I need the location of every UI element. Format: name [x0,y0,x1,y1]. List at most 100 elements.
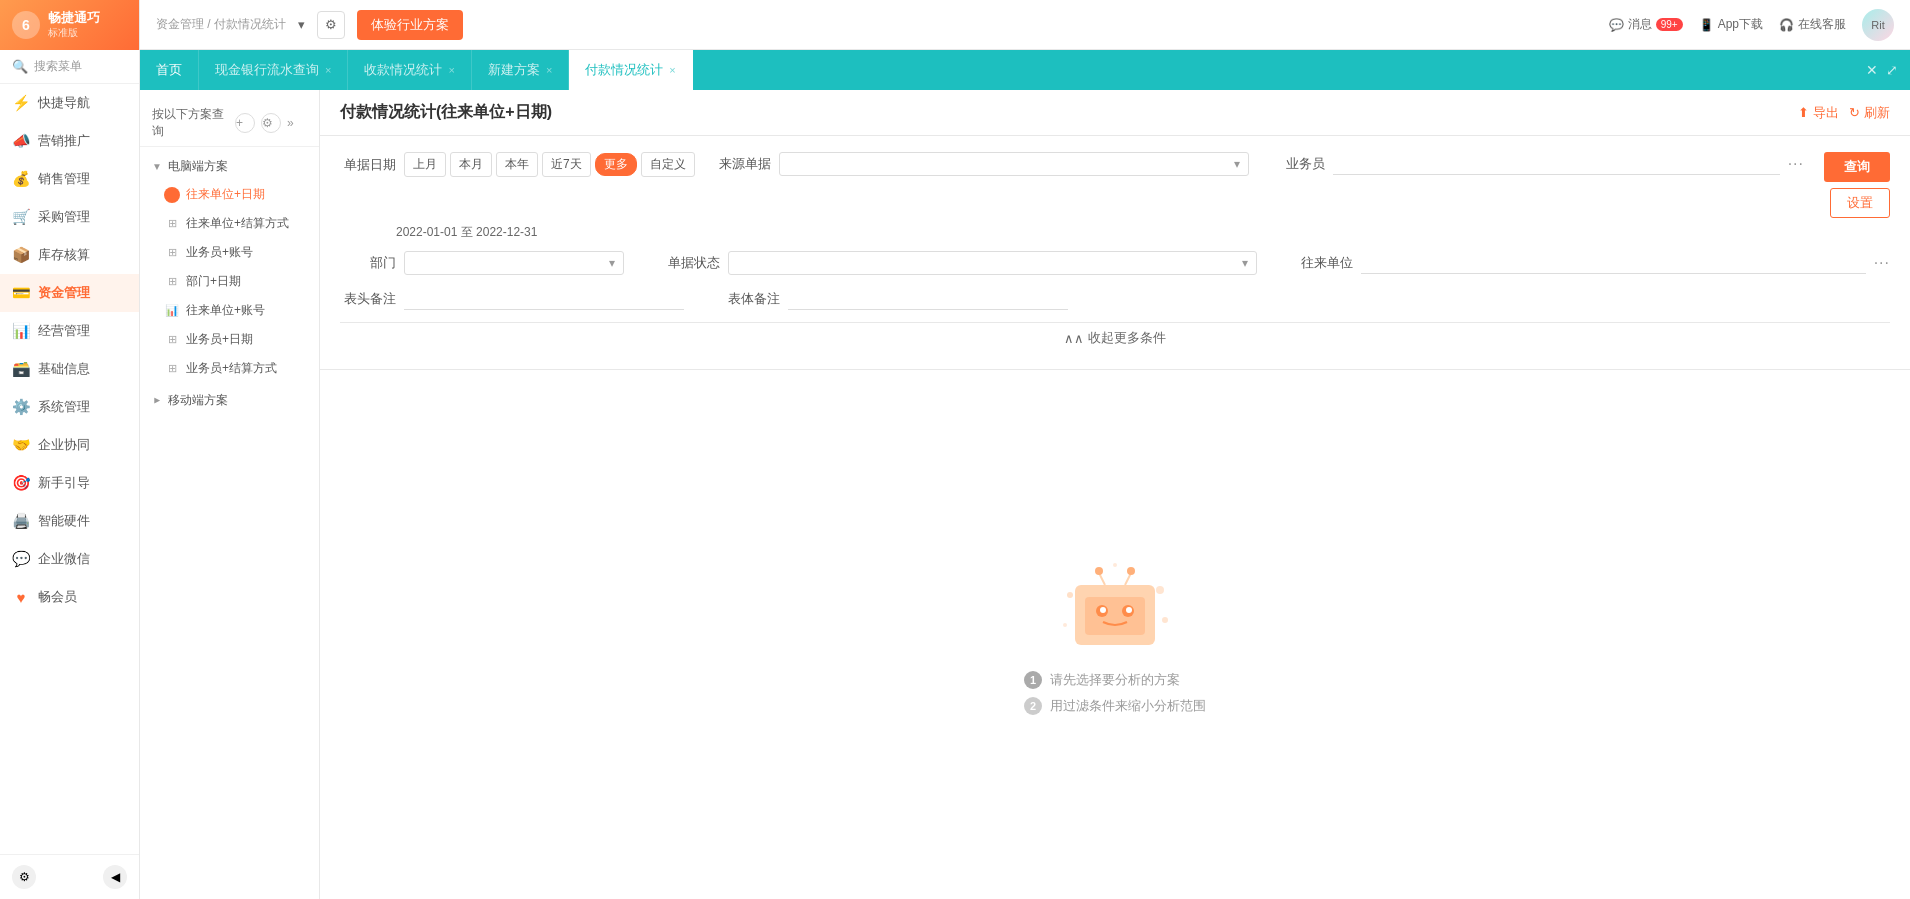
date-btn-7days[interactable]: 近7天 [542,152,591,177]
sidebar-item-purchase[interactable]: 🛒 采购管理 [0,198,139,236]
scheme-item-dept-date[interactable]: ⊞ 部门+日期 [140,267,319,296]
mobile-group-toggle[interactable]: ▼ 移动端方案 [140,387,319,414]
sidebar-item-management[interactable]: 📊 经营管理 [0,312,139,350]
scheme-add-btn[interactable]: + [235,113,255,133]
tabbar: 首页 现金银行流水查询 × 收款情况统计 × 新建方案 × 付款情况统计 × ✕… [140,50,1910,90]
tab-home[interactable]: 首页 [140,50,199,90]
unit-input[interactable] [1361,251,1866,274]
online-service-btn[interactable]: 🎧 在线客服 [1779,16,1846,33]
scheme-item-staff-settle[interactable]: ⊞ 业务员+结算方式 [140,354,319,383]
desktop-group-toggle[interactable]: ▼ 电脑端方案 [140,153,319,180]
remark-body-label: 表体备注 [724,290,780,308]
svg-point-12 [1063,623,1067,627]
settings-btn[interactable]: 设置 [1830,188,1890,218]
sidebar-item-inventory[interactable]: 📦 库存核算 [0,236,139,274]
date-btn-more[interactable]: 更多 [595,153,637,176]
sidebar-item-wechat[interactable]: 💬 企业微信 [0,540,139,578]
date-btn-this-year[interactable]: 本年 [496,152,538,177]
sidebar-item-basic[interactable]: 🗃️ 基础信息 [0,350,139,388]
filter-row-3: 表头备注 表体备注 [340,287,1890,310]
scheme-collapse-btn[interactable]: » [287,113,307,133]
sidebar-search[interactable]: 🔍 搜索菜单 [0,50,139,84]
sidebar-item-capital[interactable]: 💳 资金管理 [0,274,139,312]
hint1-text: 请先选择要分析的方案 [1050,671,1180,689]
main-panel: 付款情况统计(往来单位+日期) ⬆ 导出 ↻ 刷新 单 [320,90,1910,899]
content-area: 按以下方案查询 + ⚙ » ▼ 电脑端方案 往来单位+日期 [140,90,1910,899]
trial-btn[interactable]: 体验行业方案 [357,10,463,40]
app-download-btn[interactable]: 📱 App下载 [1699,16,1763,33]
sidebar-item-enterprise[interactable]: 🤝 企业协同 [0,426,139,464]
export-btn[interactable]: ⬆ 导出 [1798,104,1839,122]
staff-more-btn[interactable]: ··· [1788,155,1804,173]
empty-hint-2: 2 用过滤条件来缩小分析范围 [1024,697,1206,715]
svg-rect-1 [1085,597,1145,635]
svg-point-4 [1100,607,1106,613]
sidebar: 6 畅捷通巧 标准版 🔍 搜索菜单 ⚡ 快捷导航 📣 营销推广 💰 销售管理 🛒… [0,0,140,899]
date-range-display: 2022-01-01 至 2022-12-31 [396,225,537,239]
filter-query-actions: 查询 设置 [1824,152,1890,218]
tab-new-scheme-close[interactable]: × [546,64,552,76]
date-btn-last-month[interactable]: 上月 [404,152,446,177]
sidebar-item-label: 快捷导航 [38,94,90,112]
tab-expand-icon[interactable]: ⤢ [1886,62,1898,78]
refresh-btn[interactable]: ↻ 刷新 [1849,104,1890,122]
staff-input[interactable] [1333,152,1779,175]
unit-more-btn[interactable]: ··· [1874,254,1890,272]
scheme-item-label: 业务员+日期 [186,331,253,348]
tab-bank-flow-close[interactable]: × [325,64,331,76]
tab-payment-stats[interactable]: 付款情况统计 × [569,50,692,90]
sidebar-item-label: 企业微信 [38,550,90,568]
collapse-conditions-btn[interactable]: ∧∧ 收起更多条件 [340,322,1890,353]
guide-icon: 🎯 [12,474,30,492]
topbar-settings-btn[interactable]: ⚙ [317,11,345,39]
tab-bank-flow[interactable]: 现金银行流水查询 × [199,50,348,90]
sidebar-item-vip[interactable]: ♥ 畅会员 [0,578,139,616]
tab-collection-stats[interactable]: 收款情况统计 × [348,50,471,90]
refresh-icon: ↻ [1849,105,1860,120]
message-icon: 💬 [1609,18,1624,32]
scheme-panel: 按以下方案查询 + ⚙ » ▼ 电脑端方案 往来单位+日期 [140,90,320,899]
scheme-item-staff-date[interactable]: ⊞ 业务员+日期 [140,325,319,354]
scheme-settings-btn[interactable]: ⚙ [261,113,281,133]
remark-body-input[interactable] [788,287,1068,310]
footer-collapse-btn[interactable]: ◀ [103,865,127,889]
scheme-item-unit-settle[interactable]: ⊞ 往来单位+结算方式 [140,209,319,238]
date-btn-custom[interactable]: 自定义 [641,152,695,177]
tab-close-all-icon[interactable]: ✕ [1866,62,1878,78]
tab-payment-stats-close[interactable]: × [669,64,675,76]
hint2-text: 用过滤条件来缩小分析范围 [1050,697,1206,715]
staff-label: 业务员 [1269,155,1325,173]
sidebar-item-system[interactable]: ⚙️ 系统管理 [0,388,139,426]
sidebar-item-quick-nav[interactable]: ⚡ 快捷导航 [0,84,139,122]
remark-header-label: 表头备注 [340,290,396,308]
footer-settings-btn[interactable]: ⚙ [12,865,36,889]
sidebar-item-guide[interactable]: 🎯 新手引导 [0,464,139,502]
sidebar-item-sales[interactable]: 💰 销售管理 [0,160,139,198]
sidebar-item-hardware[interactable]: 🖨️ 智能硬件 [0,502,139,540]
desktop-group-label: 电脑端方案 [168,158,228,175]
date-btn-this-month[interactable]: 本月 [450,152,492,177]
tab-collection-stats-close[interactable]: × [448,64,454,76]
query-btn[interactable]: 查询 [1824,152,1890,182]
basic-icon: 🗃️ [12,360,30,378]
scheme-item-unit-account[interactable]: 📊 往来单位+账号 [140,296,319,325]
scheme-item-label: 往来单位+结算方式 [186,215,289,232]
dept-label: 部门 [340,254,396,272]
sidebar-item-marketing[interactable]: 📣 营销推广 [0,122,139,160]
scheme-item-label: 部门+日期 [186,273,241,290]
source-select[interactable]: ▾ [779,152,1250,176]
scheme-item-unit-date[interactable]: 往来单位+日期 [140,180,319,209]
dept-select[interactable]: ▾ [404,251,624,275]
topbar-actions: 💬 消息 99+ 📱 App下载 🎧 在线客服 Rit [1609,9,1894,41]
service-icon: 🎧 [1779,18,1794,32]
message-badge: 99+ [1656,18,1683,31]
message-btn[interactable]: 💬 消息 99+ [1609,16,1683,33]
topbar-dropdown[interactable]: ▾ [298,17,305,32]
user-avatar[interactable]: Rit [1862,9,1894,41]
active-dot-icon [164,187,180,203]
status-select[interactable]: ▾ [728,251,1257,275]
tab-new-scheme[interactable]: 新建方案 × [472,50,569,90]
avatar-text: Rit [1871,19,1884,31]
remark-header-input[interactable] [404,287,684,310]
scheme-item-staff-account[interactable]: ⊞ 业务员+账号 [140,238,319,267]
